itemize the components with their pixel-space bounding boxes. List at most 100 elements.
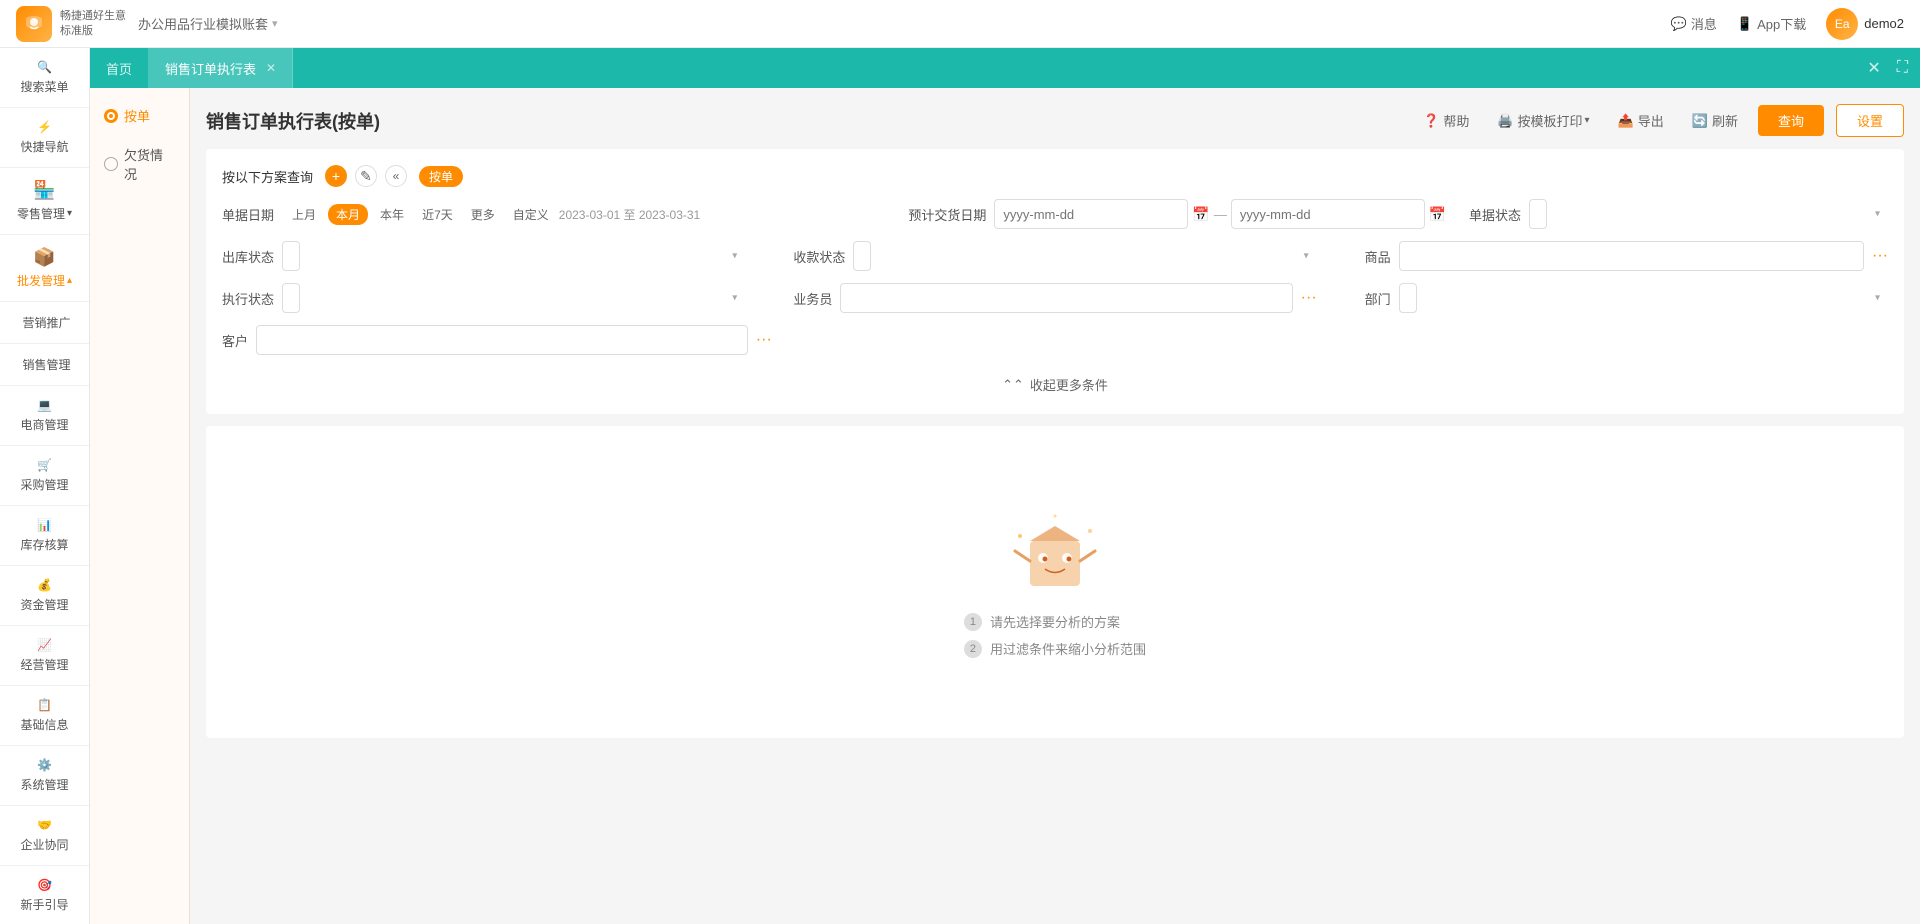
date-more-btn[interactable]: 更多 xyxy=(465,204,501,225)
department-select[interactable] xyxy=(1399,283,1417,313)
sidebar-item-wholesale[interactable]: 📦 批发管理 ▴ xyxy=(0,235,89,302)
submenu-item-byorder[interactable]: 按单 xyxy=(90,96,189,135)
expected-date-start-input[interactable] xyxy=(994,199,1188,229)
refresh-icon: 🔄 xyxy=(1692,113,1708,129)
salesperson-input[interactable] xyxy=(840,283,1292,313)
date-custom-btn[interactable]: 自定义 xyxy=(507,204,555,225)
collapse-more-btn[interactable]: ⌃⌃ 收起更多条件 xyxy=(222,367,1888,398)
message-action[interactable]: 💬 消息 xyxy=(1671,14,1717,33)
operations-icon: 📈 xyxy=(37,638,52,652)
expected-date-start-cal-icon[interactable]: 📅 xyxy=(1192,206,1209,223)
customer-label: 客户 xyxy=(222,331,248,350)
logo-text: 畅捷通好生意 标准版 xyxy=(60,9,126,38)
filter-order-status: 单据状态 ▾ xyxy=(1469,199,1888,229)
salesperson-dots-icon[interactable]: ··· xyxy=(1301,289,1317,307)
exec-status-label: 执行状态 xyxy=(222,289,274,308)
order-status-label: 单据状态 xyxy=(1469,205,1521,224)
out-status-select[interactable] xyxy=(282,241,300,271)
tab-bar: 首页 销售订单执行表 ✕ ✕ ⛶ xyxy=(90,48,1920,88)
filter-row-3: 执行状态 ▾ 业务员 xyxy=(222,283,1888,313)
tab-sales-order[interactable]: 销售订单执行表 ✕ xyxy=(149,48,293,88)
filter-row-2: 出库状态 ▾ 收款状态 xyxy=(222,241,1888,271)
filter-panel: 按以下方案查询 + ✎ « 按单 xyxy=(206,149,1904,414)
payment-status-select[interactable] xyxy=(853,241,871,271)
export-btn[interactable]: 📤 导出 xyxy=(1610,107,1672,134)
scheme-tag[interactable]: 按单 xyxy=(419,166,463,187)
search-icon: 🔍 xyxy=(37,60,52,74)
order-date-label: 单据日期 xyxy=(222,205,274,224)
tip-num-2: 2 xyxy=(964,640,982,658)
expected-date-label: 预计交货日期 xyxy=(908,205,986,224)
help-icon: ❓ xyxy=(1423,113,1439,129)
sidebar-item-ecom[interactable]: 💻 电商管理 xyxy=(0,386,89,446)
order-status-select[interactable] xyxy=(1529,199,1547,229)
search-btn[interactable]: 查询 xyxy=(1758,105,1824,136)
sidebar-item-purchase[interactable]: 🛒 采购管理 xyxy=(0,446,89,506)
sidebar-item-sales[interactable]: 销售管理 xyxy=(0,344,89,386)
sidebar-item-retail[interactable]: 🏪 零售管理 ▾ xyxy=(0,168,89,235)
sidebar-item-newbie[interactable]: 🎯 新手引导 xyxy=(0,866,89,924)
tab-home[interactable]: 首页 xyxy=(90,48,149,88)
order-status-select-wrap: ▾ xyxy=(1529,199,1888,229)
tip-num-1: 1 xyxy=(964,613,982,631)
sidebar-item-search[interactable]: 🔍 搜索菜单 xyxy=(0,48,89,108)
app-download-icon: 📱 xyxy=(1737,16,1753,32)
sidebar-item-marketing[interactable]: 营销推广 xyxy=(0,302,89,344)
goods-input[interactable] xyxy=(1399,241,1864,271)
sidebar-item-inventory[interactable]: 📊 库存核算 xyxy=(0,506,89,566)
breadcrumb[interactable]: 办公用品行业模拟账套 ▾ xyxy=(138,14,278,33)
tab-fullscreen-btn[interactable]: ⛶ xyxy=(1893,55,1912,81)
user-info[interactable]: Ea demo2 xyxy=(1826,8,1904,40)
app-logo-icon xyxy=(16,6,52,42)
tab-close-icon[interactable]: ✕ xyxy=(266,61,276,75)
help-btn[interactable]: ❓ 帮助 xyxy=(1415,107,1477,134)
page-title: 销售订单执行表(按单) xyxy=(206,108,380,134)
customer-input[interactable] xyxy=(256,325,748,355)
expected-date-end-cal-icon[interactable]: 📅 xyxy=(1429,206,1446,223)
sidebar-item-system[interactable]: ⚙️ 系统管理 xyxy=(0,746,89,806)
collapse-scheme-btn[interactable]: « xyxy=(385,165,407,187)
edit-scheme-btn[interactable]: ✎ xyxy=(355,165,377,187)
page-content: 销售订单执行表(按单) ❓ 帮助 🖨️ 按模板打印 ▾ xyxy=(190,88,1920,924)
submenu-item-shortage[interactable]: 欠货情况 xyxy=(90,135,189,193)
goods-dots-icon[interactable]: ··· xyxy=(1872,247,1888,265)
customer-dots-icon[interactable]: ··· xyxy=(756,331,772,349)
date-last-month-btn[interactable]: 上月 xyxy=(286,204,322,225)
sidebar-item-basic[interactable]: 📋 基础信息 xyxy=(0,686,89,746)
out-status-select-wrap: ▾ xyxy=(282,241,745,271)
filter-goods: 商品 ··· xyxy=(1365,241,1888,271)
collapse-more-icon: ⌃⌃ xyxy=(1002,377,1024,393)
content-area: 首页 销售订单执行表 ✕ ✕ ⛶ 按单 xyxy=(90,48,1920,924)
exec-status-select[interactable] xyxy=(282,283,300,313)
print-arrow-icon: ▾ xyxy=(1585,115,1590,126)
submenu-inactive-circle xyxy=(104,157,118,171)
tab-content: 按单 欠货情况 销售订单执行表(按单) ❓ 帮助 xyxy=(90,88,1920,924)
date-this-year-btn[interactable]: 本年 xyxy=(374,204,410,225)
expected-date-end-input[interactable] xyxy=(1231,199,1425,229)
out-status-label: 出库状态 xyxy=(222,247,274,266)
print-btn[interactable]: 🖨️ 按模板打印 ▾ xyxy=(1489,107,1597,134)
retail-arrow-icon: ▾ xyxy=(67,208,72,219)
date-quick-filters: 上月 本月 本年 近7天 更多 自定义 xyxy=(286,204,555,225)
sidebar-item-collab[interactable]: 🤝 企业协同 xyxy=(0,806,89,866)
submenu-panel: 按单 欠货情况 xyxy=(90,88,190,924)
payment-status-chevron-icon: ▾ xyxy=(1304,251,1309,262)
refresh-btn[interactable]: 🔄 刷新 xyxy=(1684,107,1746,134)
filter-exec-status: 执行状态 ▾ xyxy=(222,283,745,313)
sidebar-item-quicknav[interactable]: ⚡ 快捷导航 xyxy=(0,108,89,168)
sidebar-item-operations[interactable]: 📈 经营管理 xyxy=(0,626,89,686)
date-this-month-btn[interactable]: 本月 xyxy=(328,204,368,225)
tab-close-all-btn[interactable]: ✕ xyxy=(1863,54,1884,82)
newbie-icon: 🎯 xyxy=(37,878,52,892)
payment-status-select-wrap: ▾ xyxy=(853,241,1316,271)
settings-btn[interactable]: 设置 xyxy=(1836,104,1904,137)
goods-label: 商品 xyxy=(1365,247,1391,266)
add-scheme-btn[interactable]: + xyxy=(325,165,347,187)
page-actions: ❓ 帮助 🖨️ 按模板打印 ▾ 📤 导出 xyxy=(1415,104,1904,137)
filter-row-1: 单据日期 上月 本月 本年 近7天 更多 自定义 2023-03-01 至 20… xyxy=(222,199,1888,229)
app-download-action[interactable]: 📱 App下载 xyxy=(1737,14,1806,33)
selected-scheme: 按单 xyxy=(419,166,463,187)
payment-status-label: 收款状态 xyxy=(793,247,845,266)
date-7days-btn[interactable]: 近7天 xyxy=(416,204,459,225)
sidebar-item-finance[interactable]: 💰 资金管理 xyxy=(0,566,89,626)
